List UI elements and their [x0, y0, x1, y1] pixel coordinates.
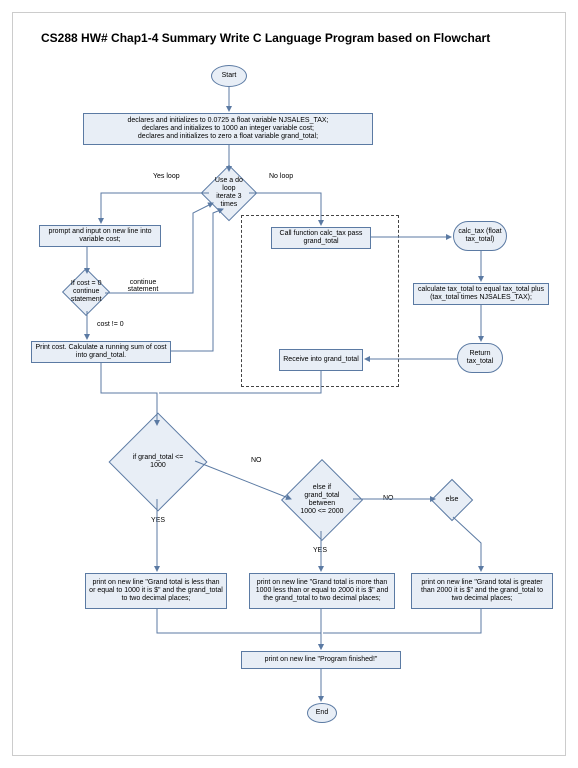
print1-doc: print on new line "Grand total is less t… — [85, 573, 227, 609]
page-title: CS288 HW# Chap1-4 Summary Write C Langua… — [41, 31, 545, 45]
else-decision: else — [431, 479, 473, 521]
yes1-label: YES — [151, 517, 165, 524]
no2-label: NO — [383, 495, 394, 502]
declares-block: declares and initializes to 0.0725 a flo… — [83, 113, 373, 145]
noloop-label: No loop — [269, 173, 293, 180]
return-connector: Return tax_total — [457, 343, 503, 373]
costne0-label: cost != 0 — [97, 321, 124, 328]
callcalc-block: Call function calc_tax pass grand_total — [271, 227, 371, 249]
yesloop-label: Yes loop — [153, 173, 180, 180]
ifcost0-decision: If cost = 0 continue statement — [62, 268, 110, 316]
elseif-decision: else if grand_total between 1000 <= 2000 — [281, 459, 363, 541]
print2-doc: print on new line "Grand total is more t… — [249, 573, 395, 609]
start-terminator: Start — [211, 65, 247, 87]
ifgt1000-decision: if grand_total <= 1000 — [109, 413, 208, 512]
finished-doc: print on new line "Program finished!" — [241, 651, 401, 669]
doloop-decision: Use a do loop iterate 3 times — [201, 165, 258, 222]
end-terminator: End — [307, 703, 337, 723]
flowchart-page: CS288 HW# Chap1-4 Summary Write C Langua… — [12, 12, 566, 756]
continue-label: continue statement — [123, 279, 163, 293]
yes2-label: YES — [313, 547, 327, 554]
print3-doc: print on new line "Grand total is greate… — [411, 573, 553, 609]
receive-block: Receive into grand_total — [279, 349, 363, 371]
calculate-block: calculate tax_total to equal tax_total p… — [413, 283, 549, 305]
calctax-connector: calc_tax (float tax_total) — [453, 221, 507, 251]
no1-label: NO — [251, 457, 262, 464]
prompt-block: prompt and input on new line into variab… — [39, 225, 161, 247]
printcost-block: Print cost. Calculate a running sum of c… — [31, 341, 171, 363]
